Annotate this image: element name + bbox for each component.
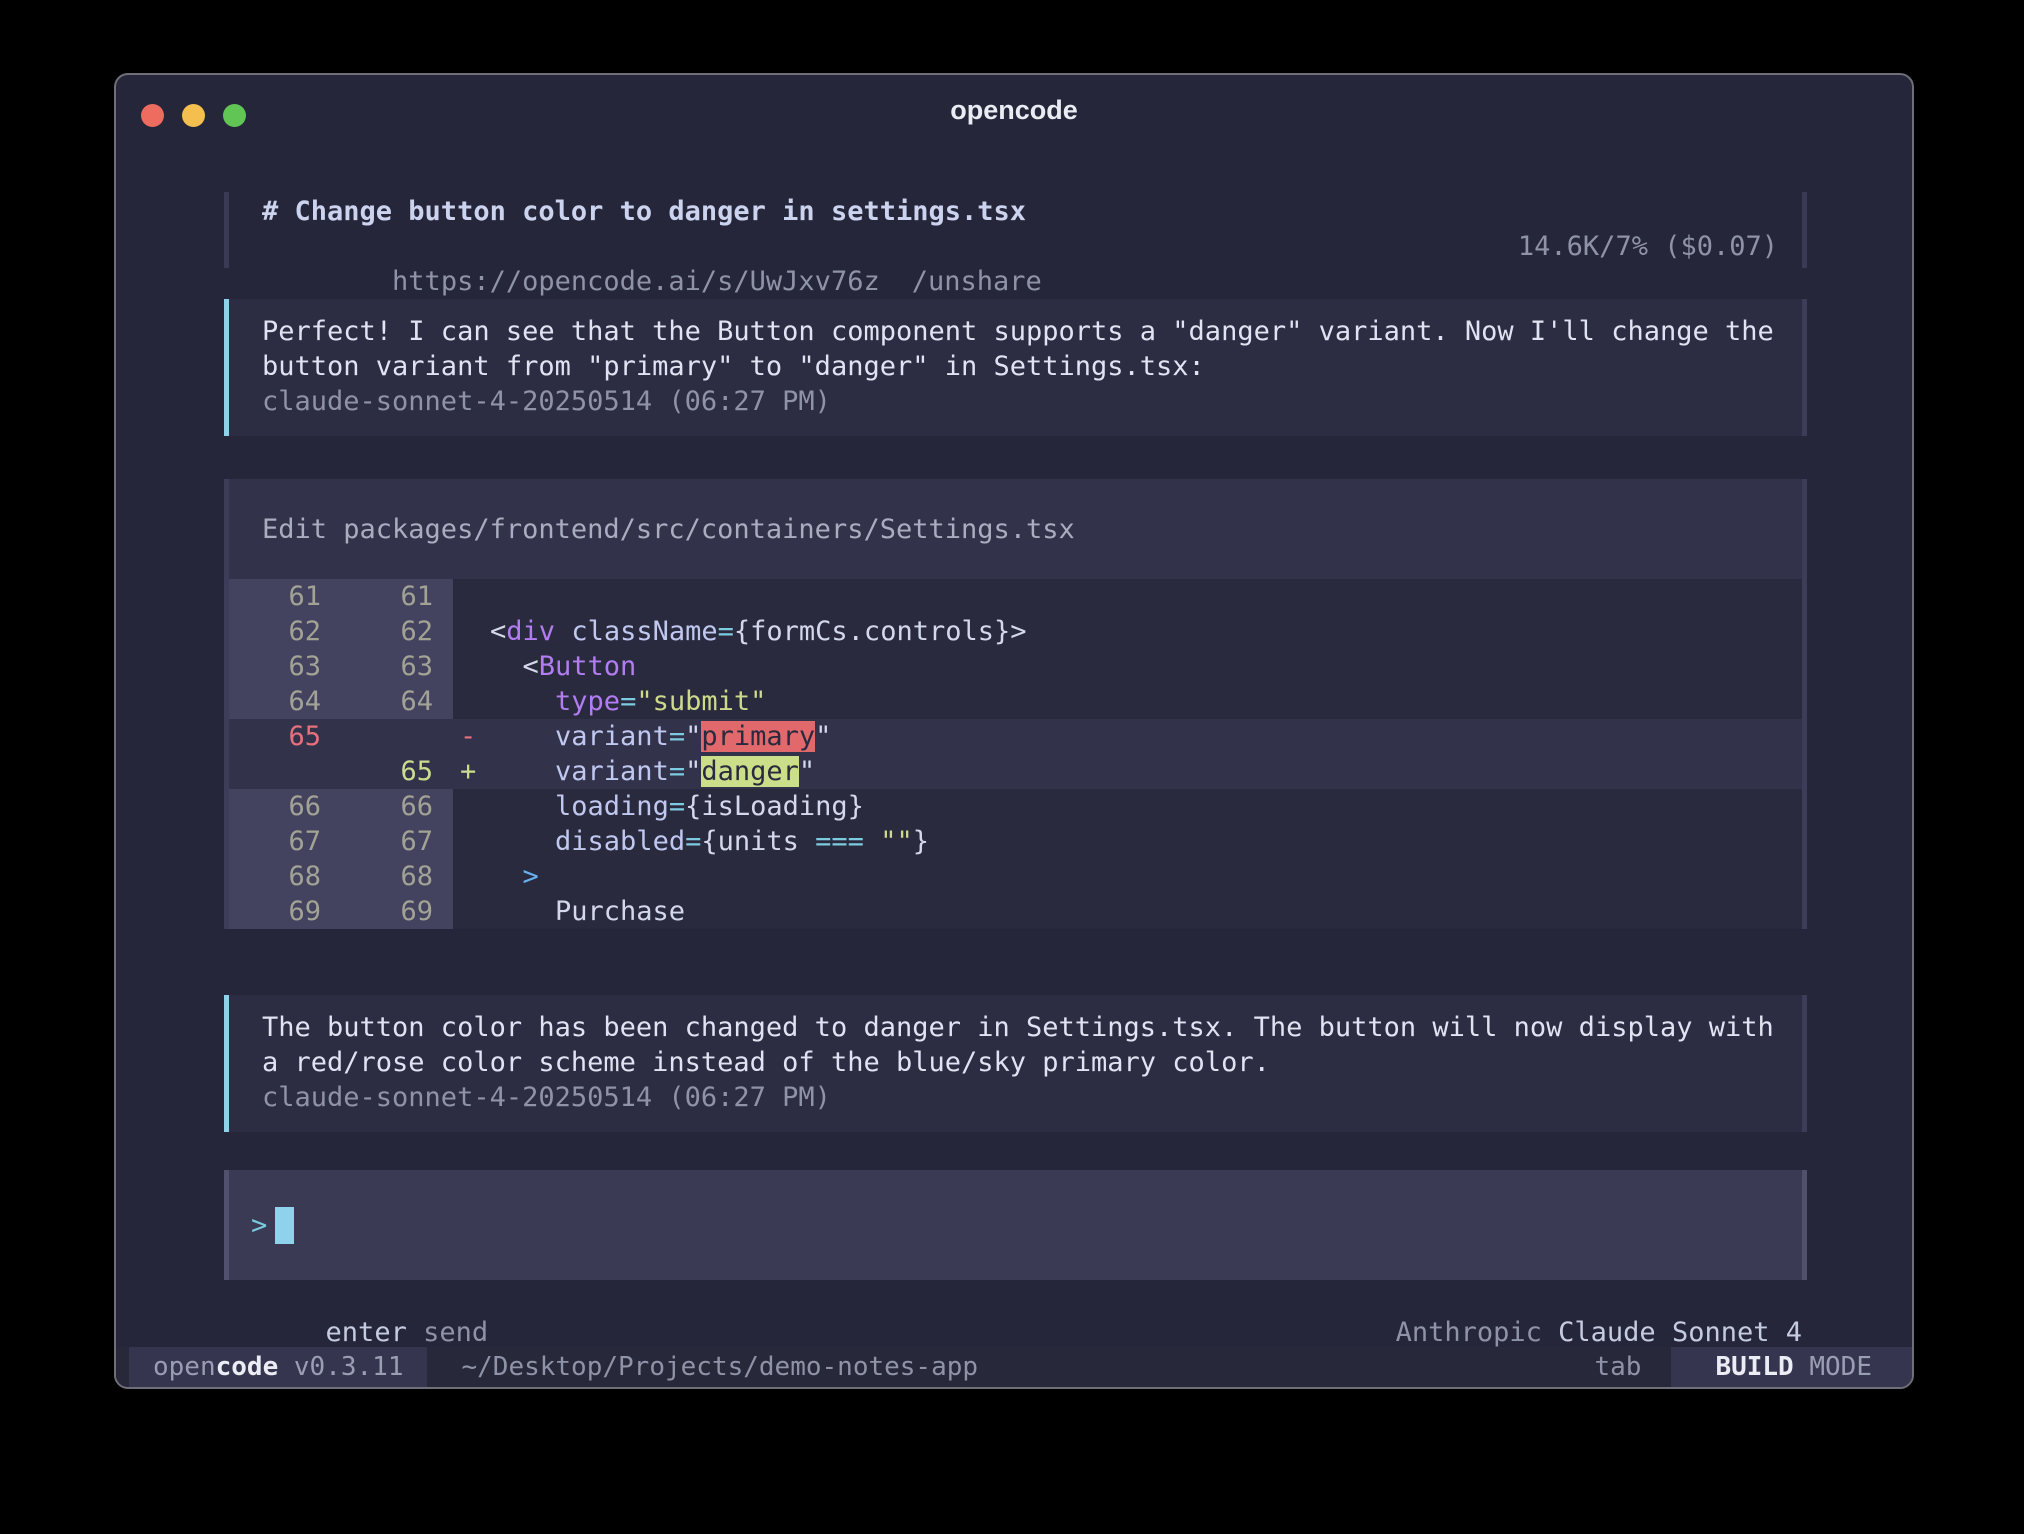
app-name-prefix: open xyxy=(153,1352,216,1382)
code-line: variant="danger" xyxy=(490,754,815,789)
diff-sign xyxy=(453,859,490,894)
code-line: loading={isLoading} xyxy=(490,789,864,824)
status-bar: opencode v0.3.11 ~/Desktop/Projects/demo… xyxy=(116,1347,1912,1387)
new-line-number xyxy=(341,719,453,754)
new-line-number: 66 xyxy=(341,789,453,824)
new-line-number: 63 xyxy=(341,649,453,684)
diff-sign xyxy=(453,614,490,649)
prompt-input[interactable]: > xyxy=(224,1170,1807,1280)
diff-sign xyxy=(453,579,490,614)
model-timestamp: claude-sonnet-4-20250514 (06:27 PM) xyxy=(262,384,1778,419)
diff-sign xyxy=(453,824,490,859)
app-name-suffix: code xyxy=(216,1352,279,1382)
old-line-number: 68 xyxy=(229,859,341,894)
prompt-symbol: > xyxy=(251,1210,267,1241)
diff-sign: + xyxy=(453,754,490,789)
diff-sign xyxy=(453,684,490,719)
code-line: <Button xyxy=(490,649,636,684)
diff-row: 6868 > xyxy=(229,859,1802,894)
app-version: v0.3.11 xyxy=(278,1352,403,1382)
new-line-number: 67 xyxy=(341,824,453,859)
diff-row: 6161 xyxy=(229,579,1802,614)
diff-sign xyxy=(453,649,490,684)
code-line: <div className={formCs.controls}> xyxy=(490,614,1027,649)
edit-file-header: Edit packages/frontend/src/containers/Se… xyxy=(229,479,1802,579)
code-line: variant="primary" xyxy=(490,719,831,754)
session-title: # Change button color to danger in setti… xyxy=(262,194,1778,229)
tab-key-hint[interactable]: tab xyxy=(1594,1352,1641,1382)
mode-badge: BUILD MODE xyxy=(1671,1347,1912,1387)
old-line-number: 69 xyxy=(229,894,341,929)
assistant-message: The button color has been changed to dan… xyxy=(224,995,1807,1132)
text-cursor xyxy=(275,1207,294,1244)
window-title: opencode xyxy=(116,75,1912,145)
diff-row: 6666 loading={isLoading} xyxy=(229,789,1802,824)
assistant-message: Perfect! I can see that the Button compo… xyxy=(224,299,1807,436)
diff-row: 65+ variant="danger" xyxy=(229,754,1802,789)
message-line: The button color has been changed to dan… xyxy=(262,1010,1778,1045)
old-line-number: 65 xyxy=(229,719,341,754)
code-line: Purchase xyxy=(490,894,685,929)
old-line-number: 62 xyxy=(229,614,341,649)
old-line-number: 61 xyxy=(229,579,341,614)
message-line: Perfect! I can see that the Button compo… xyxy=(262,314,1778,349)
diff: 61616262 <div className={formCs.controls}… xyxy=(229,579,1802,929)
diff-row: 6262 <div className={formCs.controls}> xyxy=(229,614,1802,649)
send-action-hint: send xyxy=(407,1317,488,1348)
mode-name: BUILD xyxy=(1715,1352,1793,1382)
opencode-window: opencode # Change button color to danger… xyxy=(114,73,1914,1389)
diff-sign: - xyxy=(453,719,490,754)
code-line: disabled={units === ""} xyxy=(490,824,929,859)
unshare-command: /unshare xyxy=(912,266,1042,297)
diff-row: 65 - variant="primary" xyxy=(229,719,1802,754)
diff-row: 6363 <Button xyxy=(229,649,1802,684)
new-line-number: 68 xyxy=(341,859,453,894)
old-line-number: 67 xyxy=(229,824,341,859)
new-line-number: 65 xyxy=(341,754,453,789)
message-line: a red/rose color scheme instead of the b… xyxy=(262,1045,1778,1080)
model-timestamp: claude-sonnet-4-20250514 (06:27 PM) xyxy=(262,1080,1778,1115)
message-line: button variant from "primary" to "danger… xyxy=(262,349,1778,384)
old-line-number xyxy=(229,754,341,789)
code-line: > xyxy=(490,859,539,894)
new-line-number: 69 xyxy=(341,894,453,929)
session-header: # Change button color to danger in setti… xyxy=(224,192,1807,268)
diff-sign xyxy=(453,789,490,824)
enter-key-hint: enter xyxy=(326,1317,407,1348)
provider-label: Anthropic xyxy=(1396,1317,1559,1348)
diff-sign xyxy=(453,894,490,929)
old-line-number: 63 xyxy=(229,649,341,684)
share-url: https://opencode.ai/s/UwJxv76z xyxy=(392,266,880,297)
new-line-number: 62 xyxy=(341,614,453,649)
code-line: type="submit" xyxy=(490,684,766,719)
app-version-badge: opencode v0.3.11 xyxy=(129,1347,427,1387)
mode-suffix: MODE xyxy=(1794,1352,1872,1382)
hint-row: enter send Anthropic Claude Sonnet 4 xyxy=(228,1280,1802,1315)
title-bar: opencode xyxy=(116,75,1912,145)
diff-row: 6767 disabled={units === ""} xyxy=(229,824,1802,859)
model-label: Claude Sonnet 4 xyxy=(1558,1317,1802,1348)
new-line-number: 61 xyxy=(341,579,453,614)
edit-card: Edit packages/frontend/src/containers/Se… xyxy=(224,479,1807,929)
token-stats: 14.6K/7% ($0.07) xyxy=(1518,229,1778,264)
diff-row: 6464 type="submit" xyxy=(229,684,1802,719)
new-line-number: 64 xyxy=(341,684,453,719)
diff-row: 6969 Purchase xyxy=(229,894,1802,929)
old-line-number: 66 xyxy=(229,789,341,824)
project-path: ~/Desktop/Projects/demo-notes-app xyxy=(461,1352,978,1382)
old-line-number: 64 xyxy=(229,684,341,719)
